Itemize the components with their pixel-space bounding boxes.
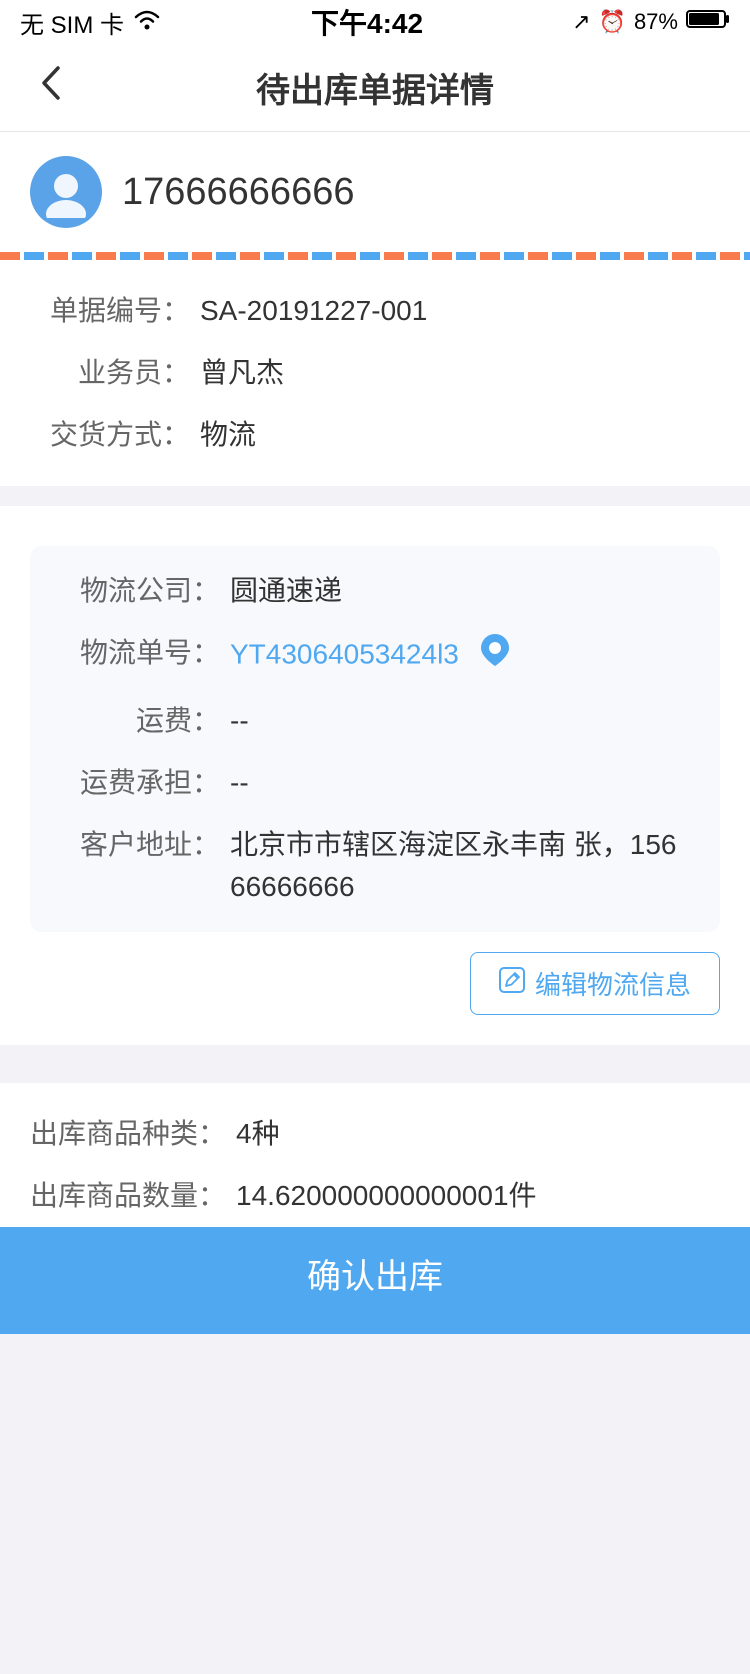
order-no-value: SA-20191227-001 — [200, 290, 720, 332]
confirm-outbound-button[interactable]: 确认出库 — [0, 1227, 750, 1334]
quantity-label: 出库商品数量： — [30, 1175, 226, 1217]
freight-bearer-value: -- — [230, 762, 690, 804]
status-time: 下午4:42 — [311, 2, 423, 42]
address-value: 北京市市辖区海淀区永丰南 张，156 66666666 — [230, 824, 690, 908]
delivery-method-value: 物流 — [200, 414, 720, 456]
alarm-icon: ⏰ — [599, 9, 626, 35]
main-content: 17666666666 单据编号： SA-20191227-001 业务员： 曾… — [0, 132, 750, 1674]
nav-bar: 待出库单据详情 — [0, 44, 750, 132]
category-row: 出库商品种类： 4种 — [30, 1113, 720, 1155]
section-divider — [0, 1065, 750, 1083]
edit-logistics-button[interactable]: 编辑物流信息 — [470, 952, 720, 1015]
confirm-outbound-label: 确认出库 — [307, 1258, 443, 1296]
freight-label: 运费： — [60, 700, 220, 742]
carrier-label: 无 SIM 卡 — [20, 5, 124, 40]
tracking-no-value: YT43064053424l3 — [230, 632, 690, 680]
phone-number: 17666666666 — [122, 171, 354, 214]
order-no-row: 单据编号： SA-20191227-001 — [30, 290, 720, 332]
tracking-no-label: 物流单号： — [60, 632, 220, 674]
battery-icon — [686, 8, 730, 36]
logistics-company-value: 圆通速递 — [230, 570, 690, 612]
status-left: 无 SIM 卡 — [20, 5, 162, 40]
freight-row: 运费： -- — [60, 700, 690, 742]
tracking-no-row: 物流单号： YT43064053424l3 — [60, 632, 690, 680]
page-title: 待出库单据详情 — [256, 63, 494, 112]
address-row: 客户地址： 北京市市辖区海淀区永丰南 张，156 66666666 — [60, 824, 690, 908]
sales-person-row: 业务员： 曾凡杰 — [30, 352, 720, 394]
location-pin-icon[interactable] — [479, 632, 511, 680]
logistics-section: 物流公司： 圆通速递 物流单号： YT43064053424l3 运费： — [0, 506, 750, 1045]
freight-bearer-label: 运费承担： — [60, 762, 220, 804]
quantity-value: 14.620000000000001件 — [236, 1175, 720, 1217]
freight-bearer-row: 运费承担： -- — [60, 762, 690, 804]
status-right: ↗ ⏰ 87% — [572, 8, 730, 36]
address-label: 客户地址： — [60, 824, 220, 866]
order-no-label: 单据编号： — [30, 290, 190, 332]
logistics-company-row: 物流公司： 圆通速递 — [60, 570, 690, 612]
delivery-method-row: 交货方式： 物流 — [30, 414, 720, 456]
quantity-row: 出库商品数量： 14.620000000000001件 — [30, 1175, 720, 1217]
category-value: 4种 — [236, 1113, 720, 1155]
edit-button-wrap: 编辑物流信息 — [30, 952, 720, 1015]
battery-label: 87% — [634, 9, 678, 35]
back-button[interactable] — [30, 54, 72, 121]
wifi-icon — [132, 8, 162, 37]
bottom-spacer — [0, 1354, 750, 1554]
dashed-separator — [0, 252, 750, 260]
edit-logistics-label: 编辑物流信息 — [535, 965, 691, 1002]
edit-icon — [499, 967, 525, 1000]
logistics-card: 物流公司： 圆通速递 物流单号： YT43064053424l3 运费： — [30, 546, 720, 932]
avatar — [30, 156, 102, 228]
phone-header: 17666666666 — [0, 132, 750, 252]
sales-person-label: 业务员： — [30, 352, 190, 394]
freight-value: -- — [230, 700, 690, 742]
delivery-method-label: 交货方式： — [30, 414, 190, 456]
location-icon: ↗ — [572, 9, 590, 35]
status-bar: 无 SIM 卡 下午4:42 ↗ ⏰ 87% — [0, 0, 750, 44]
order-info-section: 单据编号： SA-20191227-001 业务员： 曾凡杰 交货方式： 物流 — [0, 260, 750, 486]
category-label: 出库商品种类： — [30, 1113, 226, 1155]
logistics-company-label: 物流公司： — [60, 570, 220, 612]
sales-person-value: 曾凡杰 — [200, 352, 720, 394]
